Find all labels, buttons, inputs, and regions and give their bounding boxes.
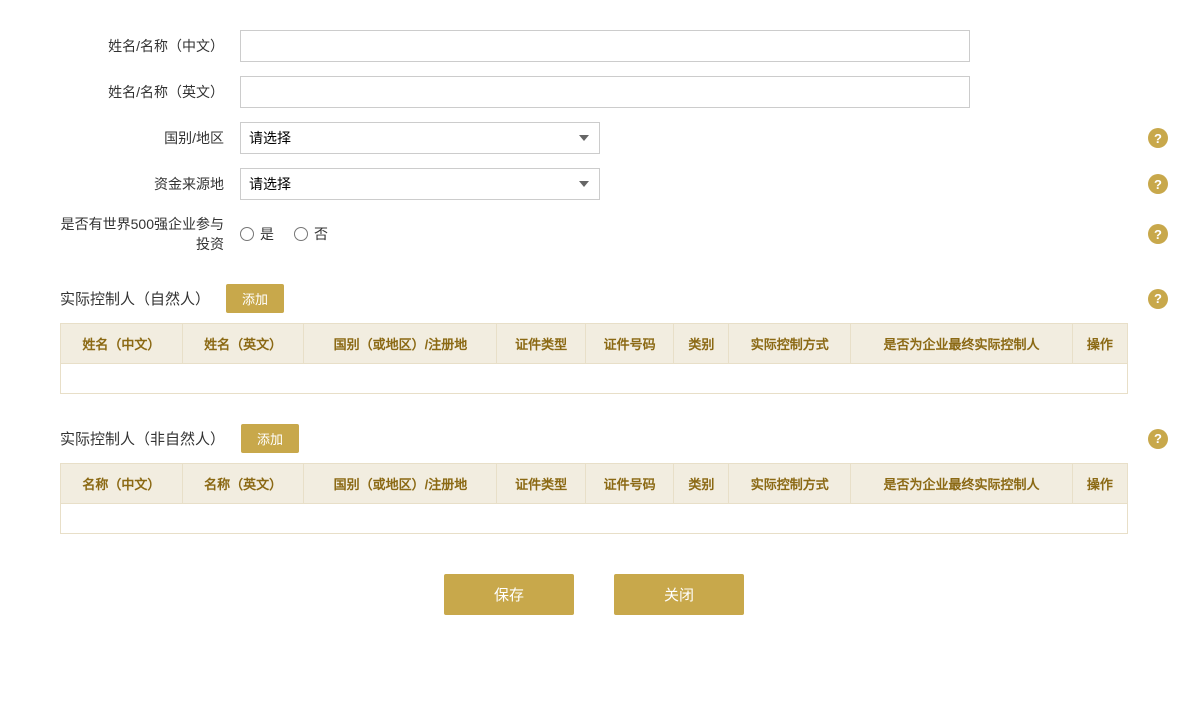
non-natural-col-operation: 操作 <box>1072 464 1127 504</box>
non-natural-col-name-en: 名称（英文） <box>182 464 304 504</box>
non-natural-table-header-row: 名称（中文） 名称（英文） 国别（或地区）/注册地 证件类型 证件号码 类别 实… <box>61 464 1128 504</box>
non-natural-section-help-icon[interactable]: ? <box>1148 429 1168 449</box>
fortune500-no-option[interactable]: 否 <box>294 224 328 244</box>
fund-source-help-icon[interactable]: ? <box>1148 174 1168 194</box>
non-natural-col-country: 国别（或地区）/注册地 <box>304 464 497 504</box>
non-natural-col-cert-type: 证件类型 <box>497 464 585 504</box>
non-natural-col-category: 类别 <box>674 464 729 504</box>
natural-col-operation: 操作 <box>1072 324 1127 364</box>
fortune500-no-label: 否 <box>314 224 328 244</box>
non-natural-empty-row <box>61 504 1128 534</box>
non-natural-table: 名称（中文） 名称（英文） 国别（或地区）/注册地 证件类型 证件号码 类别 实… <box>60 463 1128 534</box>
natural-section-header: 实际控制人（自然人） 添加 ? <box>60 274 1128 323</box>
country-select[interactable]: 请选择 <box>240 122 600 154</box>
natural-table-container: 姓名（中文） 姓名（英文） 国别（或地区）/注册地 证件类型 证件号码 类别 实… <box>60 323 1128 394</box>
natural-table: 姓名（中文） 姓名（英文） 国别（或地区）/注册地 证件类型 证件号码 类别 实… <box>60 323 1128 394</box>
bottom-actions: 保存 关闭 <box>60 574 1128 615</box>
fortune500-no-radio[interactable] <box>294 227 308 241</box>
natural-col-is-ultimate: 是否为企业最终实际控制人 <box>851 324 1073 364</box>
natural-col-name-cn: 姓名（中文） <box>61 324 183 364</box>
fortune500-yes-option[interactable]: 是 <box>240 224 274 244</box>
country-help-icon[interactable]: ? <box>1148 128 1168 148</box>
name-en-input[interactable] <box>240 76 970 108</box>
fortune500-yes-radio[interactable] <box>240 227 254 241</box>
natural-col-control-method: 实际控制方式 <box>729 324 851 364</box>
name-en-label: 姓名/名称（英文） <box>60 82 240 102</box>
non-natural-col-cert-num: 证件号码 <box>585 464 673 504</box>
natural-empty-row <box>61 364 1128 394</box>
non-natural-table-container: 名称（中文） 名称（英文） 国别（或地区）/注册地 证件类型 证件号码 类别 实… <box>60 463 1128 534</box>
natural-col-name-en: 姓名（英文） <box>182 324 304 364</box>
name-cn-input[interactable] <box>240 30 970 62</box>
natural-section-title: 实际控制人（自然人） <box>60 288 210 309</box>
fortune500-label: 是否有世界500强企业参与投资 <box>60 214 240 254</box>
save-button[interactable]: 保存 <box>444 574 574 615</box>
country-label: 国别/地区 <box>60 128 240 148</box>
non-natural-add-button[interactable]: 添加 <box>241 424 299 453</box>
fund-source-label: 资金来源地 <box>60 174 240 194</box>
non-natural-section-title: 实际控制人（非自然人） <box>60 428 225 449</box>
natural-table-header-row: 姓名（中文） 姓名（英文） 国别（或地区）/注册地 证件类型 证件号码 类别 实… <box>61 324 1128 364</box>
natural-add-button[interactable]: 添加 <box>226 284 284 313</box>
close-button[interactable]: 关闭 <box>614 574 744 615</box>
fortune500-yes-label: 是 <box>260 224 274 244</box>
fund-source-select[interactable]: 请选择 <box>240 168 600 200</box>
name-cn-label: 姓名/名称（中文） <box>60 36 240 56</box>
natural-col-country: 国别（或地区）/注册地 <box>304 324 497 364</box>
natural-col-cert-num: 证件号码 <box>585 324 673 364</box>
fortune500-help-icon[interactable]: ? <box>1148 224 1168 244</box>
natural-col-category: 类别 <box>674 324 729 364</box>
natural-col-cert-type: 证件类型 <box>497 324 585 364</box>
fortune500-radio-group: 是 否 <box>240 224 328 244</box>
non-natural-col-is-ultimate: 是否为企业最终实际控制人 <box>851 464 1073 504</box>
non-natural-col-control-method: 实际控制方式 <box>729 464 851 504</box>
non-natural-section-header: 实际控制人（非自然人） 添加 ? <box>60 414 1128 463</box>
natural-section-help-icon[interactable]: ? <box>1148 289 1168 309</box>
non-natural-col-name-cn: 名称（中文） <box>61 464 183 504</box>
